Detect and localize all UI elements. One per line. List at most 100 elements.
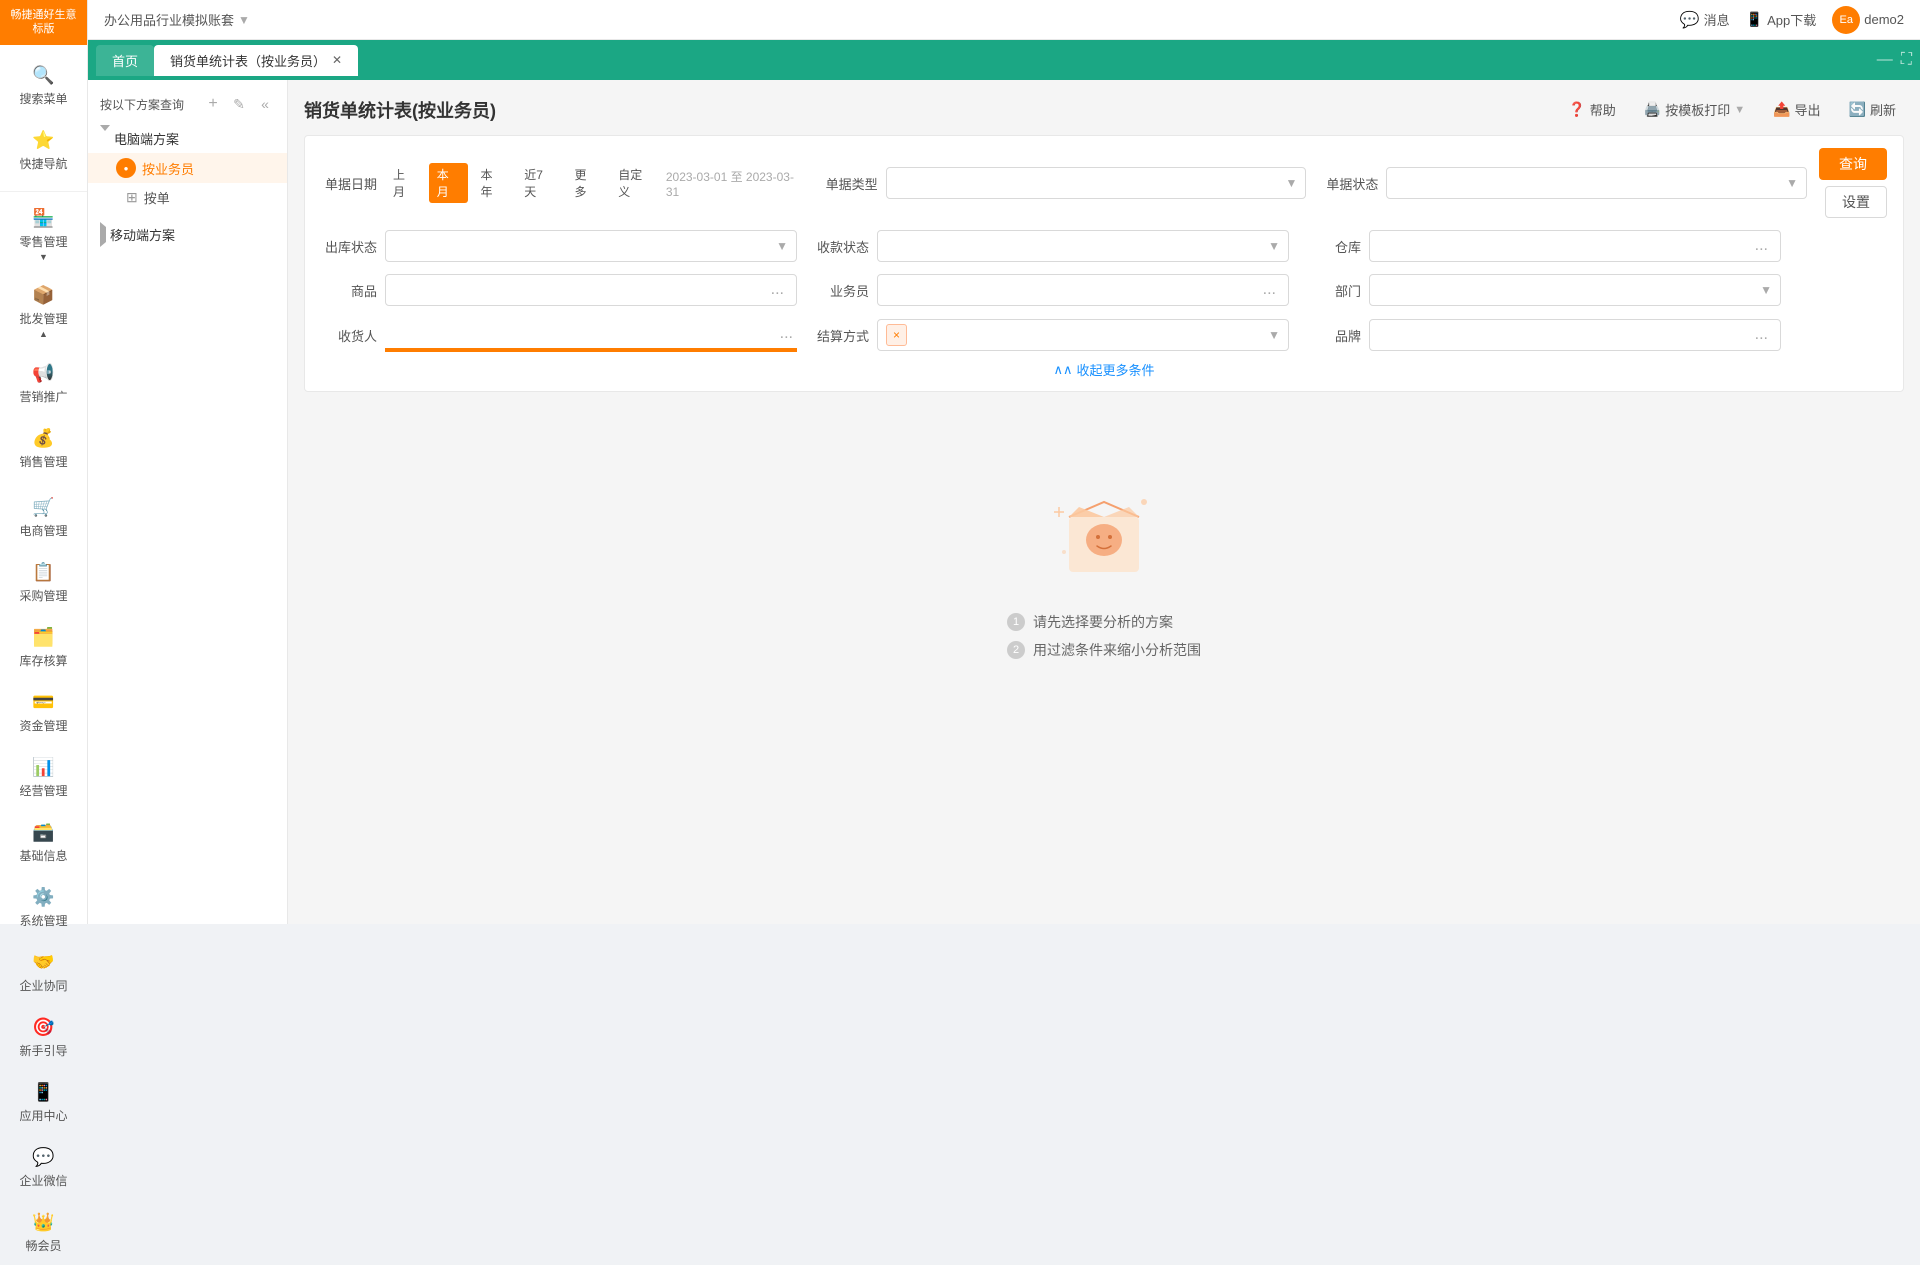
settlement-tag-close[interactable]: × [893, 328, 900, 342]
sidebar-item-basic[interactable]: 🗃️ 基础信息 [0, 810, 87, 875]
sidebar-item-wechat[interactable]: 💬 企业微信 [0, 1135, 87, 1200]
filter-brand: 品牌 ... [1305, 319, 1781, 351]
department-chevron: ▼ [1760, 283, 1772, 297]
app-download-label: App下载 [1767, 10, 1816, 29]
company-selector[interactable]: 办公用品行业模拟账套 ▼ [104, 10, 250, 29]
app-logo: 畅捷通好生意 标版 [0, 0, 87, 45]
mobile-group-arrow [100, 227, 106, 242]
mobile-group-header[interactable]: 移动端方案 [88, 220, 287, 249]
sub-item-by-order[interactable]: ⊞ 按单 [88, 183, 287, 212]
tab-bar: 首页 销货单统计表（按业务员） ✕ — ⛶ [88, 40, 1920, 80]
export-icon: 📤 [1773, 101, 1790, 118]
sidebar-item-wholesale[interactable]: 📦 批发管理 ▲ [0, 273, 87, 351]
doc-type-select[interactable]: ▼ [886, 167, 1307, 199]
settlement-chevron: ▼ [1268, 328, 1280, 342]
help-btn[interactable]: ❓ 帮助 [1560, 96, 1623, 123]
filter-out-status: 出库状态 ▼ [321, 230, 797, 262]
filter-receipt-status: 收款状态 ▼ [813, 230, 1289, 262]
print-label: 按模板打印 [1665, 100, 1730, 119]
date-tab-more[interactable]: 更多 [567, 163, 607, 203]
refresh-btn[interactable]: 🔄 刷新 [1841, 96, 1904, 123]
receipt-status-select[interactable]: ▼ [877, 230, 1289, 262]
export-btn[interactable]: 📤 导出 [1765, 96, 1828, 123]
doc-status-label: 单据状态 [1322, 174, 1378, 193]
desktop-group-label: 电脑端方案 [114, 129, 179, 148]
plan-item-by-salesperson[interactable]: ● 按业务员 [88, 153, 287, 183]
finance-icon: 💳 [32, 690, 54, 715]
goods-dots[interactable]: ... [767, 281, 788, 299]
add-plan-btn[interactable]: + [203, 94, 223, 114]
brand-input[interactable]: ... [1369, 319, 1781, 351]
department-label: 部门 [1305, 281, 1361, 300]
date-range-display: 2023-03-01 至 2023-03-31 [666, 168, 806, 199]
sidebar-item-search[interactable]: 🔍 搜索菜单 [0, 53, 87, 118]
sales-icon: 💰 [32, 426, 54, 451]
left-panel-actions: + ✎ « [203, 94, 275, 114]
tab-home[interactable]: 首页 [96, 45, 154, 76]
user-profile-btn[interactable]: Ea demo2 [1832, 6, 1904, 34]
recipient-dots[interactable]: ... [776, 325, 797, 343]
date-tab-custom[interactable]: 自定义 [610, 163, 662, 203]
left-panel-header: 按以下方案查询 + ✎ « [88, 88, 287, 120]
main-area: 办公用品行业模拟账套 ▼ 💬 消息 📱 App下载 Ea demo2 首页 [88, 0, 1920, 924]
tab-close-icon[interactable]: ✕ [332, 53, 342, 67]
sidebar-item-operation[interactable]: 📊 经营管理 [0, 745, 87, 810]
tip-2-num: 2 [1007, 641, 1025, 659]
reset-button[interactable]: 设置 [1825, 186, 1887, 218]
sidebar-item-purchase[interactable]: 📋 采购管理 [0, 550, 87, 615]
sidebar-item-ecom-label: 电商管理 [19, 523, 67, 540]
sidebar-item-newbie-label: 新手引导 [19, 1043, 67, 1060]
sidebar-item-quicknav[interactable]: ⭐ 快捷导航 [0, 118, 87, 183]
tab-min-icon[interactable]: — [1877, 51, 1893, 69]
date-label: 单据日期 [321, 174, 377, 193]
query-button[interactable]: 查询 [1819, 148, 1887, 180]
content-wrapper: 按以下方案查询 + ✎ « [88, 80, 1920, 924]
sidebar-item-finance[interactable]: 💳 资金管理 [0, 680, 87, 745]
collapse-btn[interactable]: ∧∧ 收起更多条件 [321, 360, 1887, 379]
department-select[interactable]: ▼ [1369, 274, 1781, 306]
sidebar-item-marketing[interactable]: 📢 营销推广 [0, 351, 87, 416]
message-icon: 💬 [1680, 10, 1700, 30]
wholesale-icon: 📦 [32, 283, 54, 308]
desktop-group-header[interactable]: 电脑端方案 [88, 124, 287, 153]
sidebar-item-member[interactable]: 👑 畅会员 [0, 1200, 87, 1265]
sidebar-item-retail[interactable]: 🏪 零售管理 ▼ [0, 196, 87, 274]
date-tab-last-month[interactable]: 上月 [385, 163, 425, 203]
settlement-select[interactable]: × ▼ [877, 319, 1289, 351]
sidebar-item-enterprise[interactable]: 🤝 企业协同 [0, 940, 87, 1005]
newbie-icon: 🎯 [32, 1015, 54, 1040]
enterprise-icon: 🤝 [32, 950, 54, 975]
warehouse-dots[interactable]: ... [1751, 237, 1772, 255]
out-status-select[interactable]: ▼ [385, 230, 797, 262]
sidebar-item-system[interactable]: ⚙️ 系统管理 [0, 875, 87, 940]
sidebar-item-ecom[interactable]: 🛒 电商管理 [0, 485, 87, 550]
goods-input[interactable]: ... [385, 274, 797, 306]
page-title-bar: 销货单统计表(按业务员) ❓ 帮助 🖨️ 按模板打印 ▼ 📤 导出 [304, 96, 1904, 123]
message-btn[interactable]: 💬 消息 [1680, 10, 1730, 30]
date-tab-this-month[interactable]: 本月 [429, 163, 469, 203]
tab-sales-stat[interactable]: 销货单统计表（按业务员） ✕ [154, 45, 358, 76]
collapse-panel-btn[interactable]: « [255, 94, 275, 114]
filter-settlement: 结算方式 × ▼ [813, 319, 1289, 351]
date-tab-this-year[interactable]: 本年 [472, 163, 512, 203]
date-tab-last7[interactable]: 近7天 [516, 163, 562, 203]
app-download-btn[interactable]: 📱 App下载 [1746, 10, 1817, 29]
salesperson-dots[interactable]: ... [1259, 281, 1280, 299]
warehouse-input[interactable]: ... [1369, 230, 1781, 262]
sidebar-item-inventory[interactable]: 🗂️ 库存核算 [0, 615, 87, 680]
filter-form: 单据日期 上月 本月 本年 近7天 更多 自定义 2023-03-01 至 20… [304, 135, 1904, 392]
tab-max-icon[interactable]: ⛶ [1901, 51, 1912, 69]
empty-illustration [1044, 472, 1164, 592]
ecom-icon: 🛒 [32, 495, 54, 520]
doc-status-select[interactable]: ▼ [1386, 167, 1807, 199]
brand-dots[interactable]: ... [1751, 326, 1772, 344]
sidebar-item-member-label: 畅会员 [25, 1238, 61, 1255]
salesperson-input[interactable]: ... [877, 274, 1289, 306]
print-btn[interactable]: 🖨️ 按模板打印 ▼ [1636, 96, 1753, 123]
edit-plan-btn[interactable]: ✎ [229, 94, 249, 114]
sidebar-item-sales[interactable]: 💰 销售管理 [0, 416, 87, 481]
sidebar-item-apps[interactable]: 📱 应用中心 [0, 1070, 87, 1135]
recipient-input[interactable] [385, 318, 797, 350]
sidebar-item-newbie[interactable]: 🎯 新手引导 [0, 1005, 87, 1070]
action-btns: 查询 设置 [1807, 148, 1887, 218]
